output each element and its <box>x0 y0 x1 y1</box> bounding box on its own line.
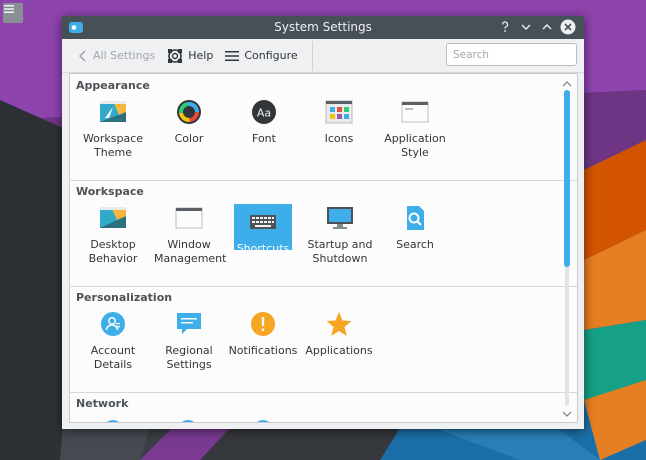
tile-label: Icons <box>324 132 354 145</box>
tile-label: Application Style <box>384 132 446 159</box>
tile-account-details[interactable]: Account Details <box>84 310 142 372</box>
tile-font[interactable]: Aa Font <box>235 98 293 146</box>
section-network: Network <box>70 392 561 422</box>
tile-label: Search <box>396 238 434 251</box>
section-title: Appearance <box>76 79 150 92</box>
network-globe-icon <box>182 420 194 422</box>
section-workspace: Workspace Desktop Behavior Window Manage… <box>70 180 561 286</box>
section-title: Network <box>76 397 129 410</box>
hamburger-icon <box>4 5 14 13</box>
tile-label: Notifications <box>228 344 298 357</box>
lifebuoy-icon <box>168 48 183 63</box>
desktop-menu-button[interactable] <box>3 3 23 23</box>
section-personalization: Personalization Account Details Regional… <box>70 286 561 392</box>
tile-label: Account Details <box>90 344 136 371</box>
search-icon <box>407 206 424 230</box>
network-connection-icon <box>257 420 269 422</box>
configure-label: Configure <box>244 49 298 62</box>
chevron-up-icon <box>542 24 552 30</box>
application-style-icon <box>401 101 429 123</box>
chevron-down-icon <box>562 411 572 417</box>
tile-label: Startup and Shutdown <box>307 238 373 265</box>
tile-label: Window Management <box>154 238 227 265</box>
section-title: Personalization <box>76 291 173 304</box>
configure-button[interactable]: Configure <box>219 43 303 69</box>
system-settings-window: System Settings All Settings Help Config… <box>62 16 584 429</box>
tile-label: Shortcuts <box>236 242 290 255</box>
help-label: Help <box>188 49 214 62</box>
tile-label: Applications <box>305 344 373 357</box>
section-appearance: Appearance Workspace Theme Color Aa Font… <box>70 74 561 180</box>
scroll-up-button[interactable] <box>561 78 573 88</box>
workspace-theme-icon <box>100 101 126 122</box>
scroll-thumb[interactable] <box>564 90 570 267</box>
tile-color[interactable]: Color <box>160 98 218 146</box>
hamburger-icon <box>225 50 240 61</box>
tile-search[interactable]: Search <box>386 204 444 252</box>
minimize-button[interactable] <box>518 19 534 35</box>
chat-icon <box>177 313 201 334</box>
toolbar: All Settings Help Configure <box>62 39 584 73</box>
tile-shortcuts[interactable]: Shortcuts <box>234 204 292 255</box>
color-icon <box>177 100 201 124</box>
scroll-down-button[interactable] <box>561 409 573 419</box>
tile-label: Desktop Behavior <box>88 238 138 265</box>
tile-label: Regional Settings <box>165 344 213 371</box>
help-window-button[interactable] <box>497 19 513 35</box>
tile-window-management[interactable]: Window Management <box>154 204 227 266</box>
toolbar-separator <box>311 40 313 71</box>
network-globe-icon <box>107 420 119 422</box>
tile-startup-shutdown[interactable]: Startup and Shutdown <box>304 204 376 266</box>
tile-application-style[interactable]: Application Style <box>382 98 448 160</box>
svg-text:Aa: Aa <box>257 107 271 120</box>
tile-regional-settings[interactable]: Regional Settings <box>158 310 220 372</box>
tile-notifications[interactable]: Notifications <box>228 310 298 358</box>
maximize-button[interactable] <box>539 19 555 35</box>
search-input[interactable] <box>446 43 577 66</box>
warning-icon <box>251 312 275 336</box>
section-title: Workspace <box>76 185 144 198</box>
tile-workspace-theme[interactable]: Workspace Theme <box>82 98 144 160</box>
tile-applications[interactable]: Applications <box>304 310 374 358</box>
all-settings-label: All Settings <box>93 49 156 62</box>
star-icon <box>326 312 352 336</box>
chevron-left-icon <box>79 50 86 61</box>
close-button[interactable] <box>560 19 576 35</box>
tile-desktop-behavior[interactable]: Desktop Behavior <box>82 204 144 266</box>
tile-label: Font <box>252 132 276 145</box>
monitor-icon <box>327 207 353 229</box>
tile-label: Color <box>174 132 204 145</box>
vertical-scrollbar[interactable] <box>561 76 573 420</box>
all-settings-button[interactable]: All Settings <box>72 43 161 69</box>
keyboard-icon <box>250 215 276 229</box>
icons-icon <box>325 100 353 124</box>
desktop-behavior-icon <box>100 207 126 228</box>
close-icon <box>560 19 576 35</box>
titlebar[interactable]: System Settings <box>62 16 584 39</box>
window-management-icon <box>175 207 203 229</box>
chevron-up-icon <box>562 80 572 86</box>
help-button[interactable]: Help <box>161 43 219 69</box>
question-icon <box>501 21 509 32</box>
font-icon: Aa <box>252 100 276 124</box>
settings-content: Appearance Workspace Theme Color Aa Font… <box>69 73 578 423</box>
tile-label: Workspace Theme <box>82 132 144 159</box>
user-icon <box>101 312 125 336</box>
chevron-down-icon <box>521 24 531 30</box>
tile-icons[interactable]: Icons <box>310 98 368 146</box>
